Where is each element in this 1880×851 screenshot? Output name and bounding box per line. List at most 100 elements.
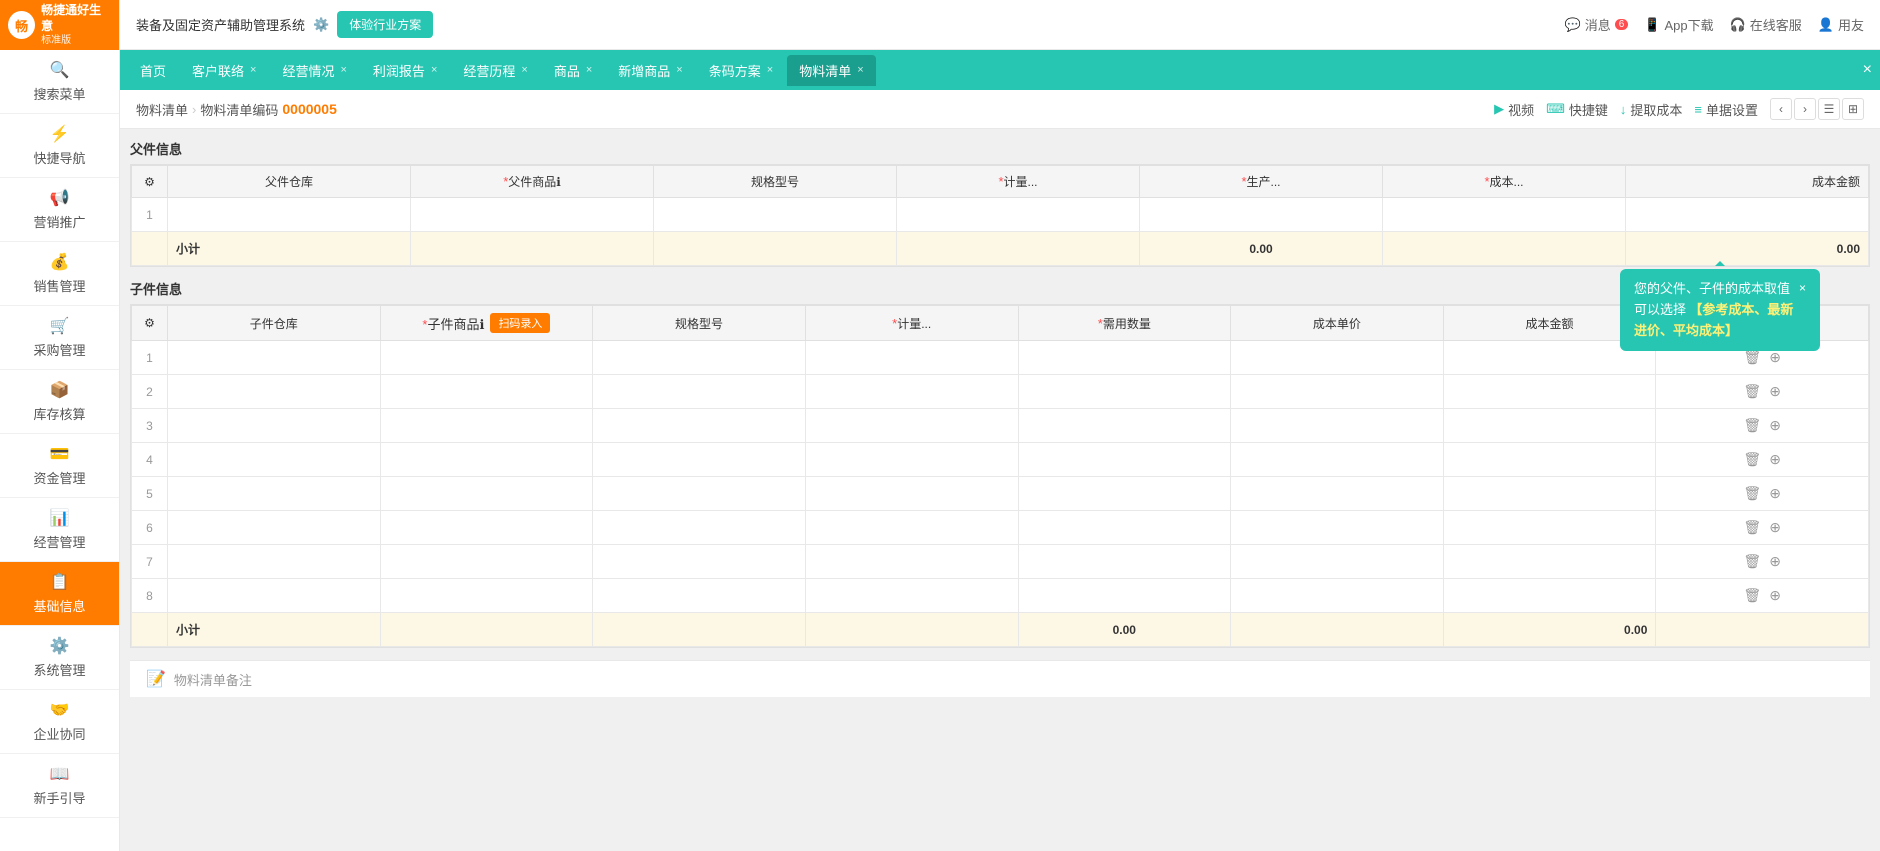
app-download-button[interactable]: 📱 App下载 bbox=[1644, 15, 1713, 34]
tab-goods[interactable]: 商品 × bbox=[542, 55, 604, 86]
child-qty-3[interactable] bbox=[1018, 409, 1231, 443]
child-unit-4[interactable] bbox=[805, 443, 1018, 477]
child-unit-cost-6[interactable] bbox=[1231, 511, 1444, 545]
child-unit-2[interactable] bbox=[805, 375, 1018, 409]
tab-customer[interactable]: 客户联络 × bbox=[180, 55, 268, 86]
child-qty-5[interactable] bbox=[1018, 477, 1231, 511]
parent-th-gear[interactable]: ⚙ bbox=[132, 166, 168, 198]
child-unit-8[interactable] bbox=[805, 579, 1018, 613]
child-goods-2[interactable] bbox=[380, 375, 593, 409]
child-warehouse-4[interactable] bbox=[168, 443, 381, 477]
child-qty-6[interactable] bbox=[1018, 511, 1231, 545]
child-spec-3[interactable] bbox=[593, 409, 806, 443]
child-warehouse-1[interactable] bbox=[168, 341, 381, 375]
child-unit-cost-5[interactable] bbox=[1231, 477, 1444, 511]
scan-input-button[interactable]: 扫码录入 bbox=[490, 313, 550, 333]
parent-warehouse-cell[interactable] bbox=[168, 198, 411, 232]
child-warehouse-8[interactable] bbox=[168, 579, 381, 613]
sidebar-item-quick-nav[interactable]: ⚡ 快捷导航 bbox=[0, 114, 119, 178]
tab-close-barcode[interactable]: × bbox=[767, 64, 773, 76]
tab-close-history[interactable]: × bbox=[521, 64, 527, 76]
copy-icon-2[interactable]: ⊕ bbox=[1769, 383, 1781, 400]
child-unit-cost-4[interactable] bbox=[1231, 443, 1444, 477]
tab-close-profit[interactable]: × bbox=[431, 64, 437, 76]
child-warehouse-7[interactable] bbox=[168, 545, 381, 579]
parent-unit-cell[interactable] bbox=[897, 198, 1140, 232]
child-spec-6[interactable] bbox=[593, 511, 806, 545]
child-warehouse-3[interactable] bbox=[168, 409, 381, 443]
sidebar-item-operations[interactable]: 📊 经营管理 bbox=[0, 498, 119, 562]
shortcut-button[interactable]: ⌨ 快捷键 bbox=[1546, 100, 1608, 119]
child-unit-6[interactable] bbox=[805, 511, 1018, 545]
expand-button[interactable]: ⊞ bbox=[1842, 98, 1864, 120]
child-spec-8[interactable] bbox=[593, 579, 806, 613]
child-unit-7[interactable] bbox=[805, 545, 1018, 579]
tab-profit[interactable]: 利润报告 × bbox=[361, 55, 449, 86]
child-unit-cost-8[interactable] bbox=[1231, 579, 1444, 613]
tab-close-add-goods[interactable]: × bbox=[676, 64, 682, 76]
child-goods-6[interactable] bbox=[380, 511, 593, 545]
child-qty-2[interactable] bbox=[1018, 375, 1231, 409]
tab-close-goods[interactable]: × bbox=[586, 64, 592, 76]
tab-close-customer[interactable]: × bbox=[250, 64, 256, 76]
child-unit-cost-1[interactable] bbox=[1231, 341, 1444, 375]
tooltip-close-button[interactable]: × bbox=[1799, 279, 1806, 298]
delete-icon-3[interactable]: 🗑 bbox=[1743, 417, 1761, 434]
child-goods-4[interactable] bbox=[380, 443, 593, 477]
child-spec-4[interactable] bbox=[593, 443, 806, 477]
delete-icon-5[interactable]: 🗑 bbox=[1743, 485, 1761, 502]
sidebar-item-basic-info[interactable]: 📋 基础信息 bbox=[0, 562, 119, 626]
child-spec-5[interactable] bbox=[593, 477, 806, 511]
copy-icon-1[interactable]: ⊕ bbox=[1769, 349, 1781, 366]
tab-barcode[interactable]: 条码方案 × bbox=[697, 55, 785, 86]
child-th-gear[interactable]: ⚙ bbox=[132, 306, 168, 341]
tab-add-goods[interactable]: 新增商品 × bbox=[606, 55, 694, 86]
copy-icon-3[interactable]: ⊕ bbox=[1769, 417, 1781, 434]
try-button[interactable]: 体验行业方案 bbox=[337, 11, 433, 38]
copy-icon-7[interactable]: ⊕ bbox=[1769, 553, 1781, 570]
tab-home[interactable]: 首页 bbox=[128, 55, 178, 86]
sidebar-item-guide[interactable]: 📖 新手引导 bbox=[0, 754, 119, 818]
next-button[interactable]: › bbox=[1794, 98, 1816, 120]
child-goods-3[interactable] bbox=[380, 409, 593, 443]
copy-icon-6[interactable]: ⊕ bbox=[1769, 519, 1781, 536]
child-qty-8[interactable] bbox=[1018, 579, 1231, 613]
tab-close-all-button[interactable]: × bbox=[1863, 61, 1872, 79]
sidebar-item-sales[interactable]: 💰 销售管理 bbox=[0, 242, 119, 306]
sidebar-item-system[interactable]: ⚙️ 系统管理 bbox=[0, 626, 119, 690]
child-warehouse-5[interactable] bbox=[168, 477, 381, 511]
child-goods-1[interactable] bbox=[380, 341, 593, 375]
sidebar-item-purchase[interactable]: 🛒 采购管理 bbox=[0, 306, 119, 370]
view-button[interactable]: ▶ 视频 bbox=[1494, 100, 1534, 119]
child-qty-4[interactable] bbox=[1018, 443, 1231, 477]
parent-cost-cell[interactable] bbox=[1383, 198, 1626, 232]
child-unit-5[interactable] bbox=[805, 477, 1018, 511]
parent-spec-cell[interactable] bbox=[654, 198, 897, 232]
delete-icon-7[interactable]: 🗑 bbox=[1743, 553, 1761, 570]
parent-production-cell[interactable] bbox=[1140, 198, 1383, 232]
child-warehouse-6[interactable] bbox=[168, 511, 381, 545]
delete-icon-1[interactable]: 🗑 bbox=[1743, 349, 1761, 366]
child-qty-7[interactable] bbox=[1018, 545, 1231, 579]
child-spec-7[interactable] bbox=[593, 545, 806, 579]
child-spec-2[interactable] bbox=[593, 375, 806, 409]
delete-icon-4[interactable]: 🗑 bbox=[1743, 451, 1761, 468]
tab-close-bom[interactable]: × bbox=[857, 64, 863, 76]
child-unit-cost-2[interactable] bbox=[1231, 375, 1444, 409]
delete-icon-2[interactable]: 🗑 bbox=[1743, 383, 1761, 400]
settings-icon[interactable]: ⚙️ bbox=[313, 17, 329, 33]
sidebar-item-collaboration[interactable]: 🤝 企业协同 bbox=[0, 690, 119, 754]
online-service-button[interactable]: 🎧 在线客服 bbox=[1730, 15, 1802, 34]
child-unit-cost-3[interactable] bbox=[1231, 409, 1444, 443]
child-goods-7[interactable] bbox=[380, 545, 593, 579]
child-qty-1[interactable] bbox=[1018, 341, 1231, 375]
child-unit-3[interactable] bbox=[805, 409, 1018, 443]
child-spec-1[interactable] bbox=[593, 341, 806, 375]
user-button[interactable]: 👤 用友 bbox=[1818, 15, 1864, 34]
tab-history[interactable]: 经营历程 × bbox=[451, 55, 539, 86]
single-setting-button[interactable]: ≡ 单据设置 bbox=[1694, 100, 1758, 119]
child-goods-5[interactable] bbox=[380, 477, 593, 511]
message-button[interactable]: 💬 消息 6 bbox=[1565, 15, 1629, 34]
parent-goods-cell[interactable] bbox=[411, 198, 654, 232]
child-unit-cost-7[interactable] bbox=[1231, 545, 1444, 579]
